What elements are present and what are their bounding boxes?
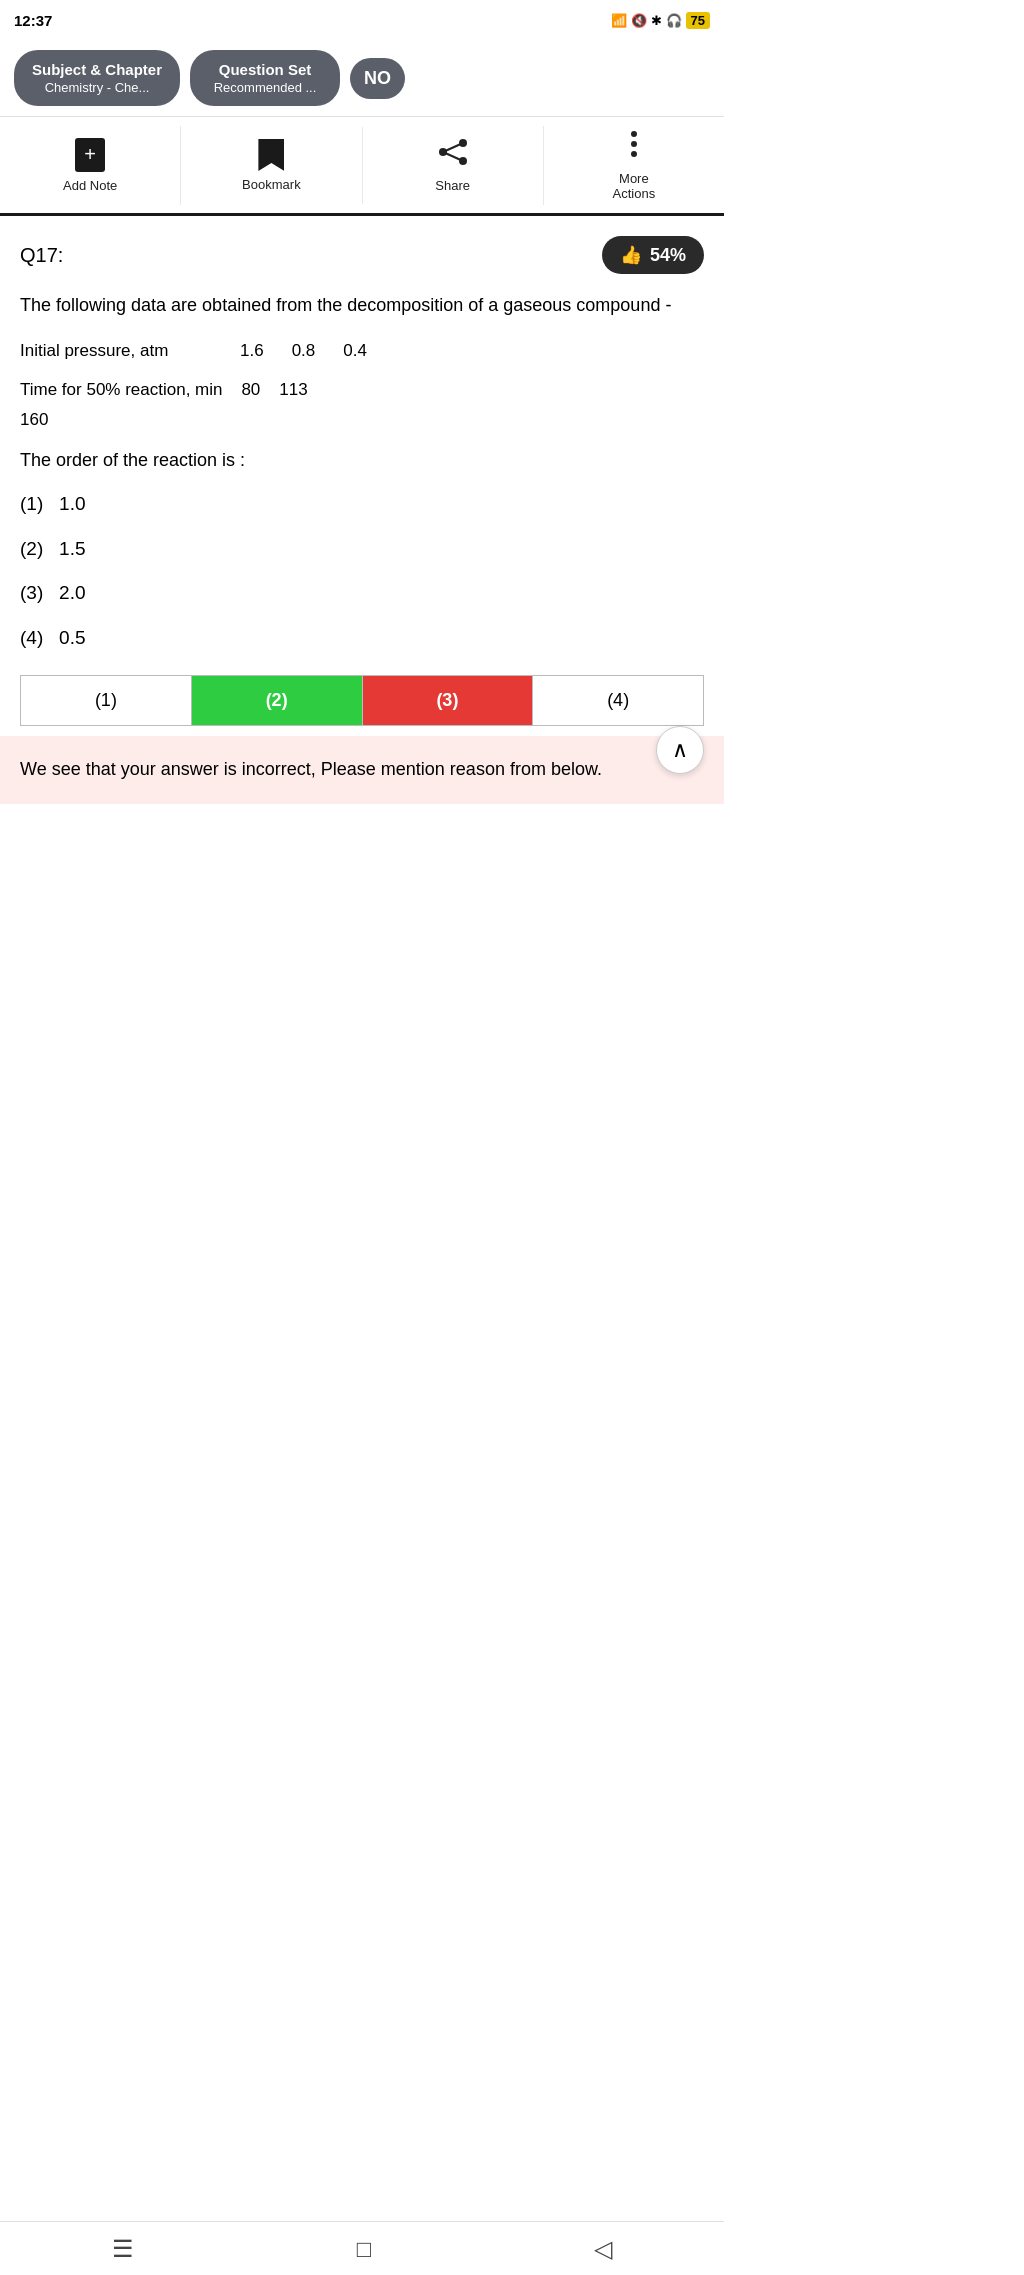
options-list: (1) 1.0 (2) 1.5 (3) 2.0 (4) 0.5 — [20, 491, 704, 651]
answer-btn-4[interactable]: (4) — [533, 676, 703, 725]
reaction-order-text: The order of the reaction is : — [20, 450, 704, 471]
nav-back-icon[interactable]: ◁ — [594, 2235, 612, 2263]
bookmark-label: Bookmark — [242, 177, 301, 192]
status-bar: 12:37 📶 🔇 ✱ 🎧 75 — [0, 0, 724, 40]
option-1: (1) 1.0 — [20, 491, 704, 518]
option-3-value: 2.0 — [59, 582, 85, 603]
scroll-up-button[interactable]: ∧ — [656, 726, 704, 774]
pressure-val-1: 1.6 — [240, 336, 264, 367]
add-note-icon — [75, 138, 105, 172]
answer-btn-3[interactable]: (3) — [363, 676, 534, 725]
question-header: Q17: 👍 54% — [20, 236, 704, 274]
question-number: Q17: — [20, 244, 63, 267]
question-set-label: Question Set — [219, 61, 312, 78]
pressure-values: 1.6 0.8 0.4 — [240, 336, 367, 367]
svg-line-4 — [443, 152, 463, 161]
status-time: 12:37 — [14, 12, 52, 29]
option-1-value: 1.0 — [59, 493, 85, 514]
empty-space — [0, 804, 724, 1504]
subject-chapter-btn[interactable]: Subject & Chapter Chemistry - Che... — [14, 50, 180, 106]
battery-level: 75 — [686, 12, 710, 29]
time-val-2: 113 — [279, 380, 307, 399]
share-label: Share — [435, 178, 470, 193]
top-pills-row: Subject & Chapter Chemistry - Che... Que… — [0, 40, 724, 116]
pressure-val-3: 0.4 — [343, 336, 367, 367]
nav-home-icon[interactable]: □ — [357, 2235, 372, 2263]
time-val-3: 160 — [20, 410, 48, 429]
subject-chapter-label: Subject & Chapter — [32, 61, 162, 78]
answer-btn-2[interactable]: (2) — [192, 676, 363, 725]
more-actions-toolbar-item[interactable]: MoreActions — [544, 117, 724, 213]
add-note-label: Add Note — [63, 178, 117, 193]
question-set-value: Recommended ... — [208, 80, 322, 97]
rating-badge: 👍 54% — [602, 236, 704, 274]
mute-icon: 🔇 — [631, 13, 647, 28]
subject-chapter-value: Chemistry - Che... — [32, 80, 162, 97]
option-4: (4) 0.5 — [20, 625, 704, 652]
option-2: (2) 1.5 — [20, 536, 704, 563]
option-3: (3) 2.0 — [20, 580, 704, 607]
question-text: The following data are obtained from the… — [20, 292, 704, 320]
option-4-value: 0.5 — [59, 627, 85, 648]
time-label: Time for 50% reaction, min 80 113 160 — [20, 375, 308, 436]
share-toolbar-item[interactable]: Share — [363, 126, 544, 205]
bookmark-icon — [258, 139, 284, 171]
data-row-time: Time for 50% reaction, min 80 113 160 — [20, 375, 704, 436]
headphone-icon: 🎧 — [666, 13, 682, 28]
option-1-number: (1) — [20, 493, 43, 514]
page-wrapper: 12:37 📶 🔇 ✱ 🎧 75 Subject & Chapter Chemi… — [0, 0, 724, 1558]
share-icon — [437, 138, 469, 172]
answer-selection-row: (1) (2) (3) (4) — [20, 675, 704, 726]
nav-menu-icon[interactable]: ☰ — [112, 2235, 134, 2263]
bookmark-toolbar-item[interactable]: Bookmark — [181, 127, 362, 204]
more-actions-icon — [629, 129, 639, 165]
pressure-label: Initial pressure, atm — [20, 336, 240, 367]
pressure-val-2: 0.8 — [292, 336, 316, 367]
question-set-btn[interactable]: Question Set Recommended ... — [190, 50, 340, 106]
svg-point-6 — [631, 141, 637, 147]
add-note-toolbar-item[interactable]: Add Note — [0, 126, 181, 205]
option-2-value: 1.5 — [59, 538, 85, 559]
no-btn[interactable]: NO — [350, 58, 405, 99]
status-right: 📶 🔇 ✱ 🎧 75 — [611, 12, 710, 29]
option-2-number: (2) — [20, 538, 43, 559]
answer-btn-1[interactable]: (1) — [21, 676, 192, 725]
thumbs-up-icon: 👍 — [620, 244, 642, 266]
more-actions-label: MoreActions — [613, 171, 656, 201]
time-val-1: 80 — [241, 380, 260, 399]
incorrect-notice: We see that your answer is incorrect, Pl… — [0, 736, 724, 804]
toolbar: Add Note Bookmark Share — [0, 116, 724, 216]
svg-point-7 — [631, 151, 637, 157]
incorrect-section: We see that your answer is incorrect, Pl… — [0, 736, 724, 804]
svg-point-5 — [631, 131, 637, 137]
data-table: Initial pressure, atm 1.6 0.8 0.4 Time f… — [20, 336, 704, 436]
signal-icon: 📶 — [611, 13, 627, 28]
svg-line-3 — [443, 143, 463, 152]
data-row-pressure: Initial pressure, atm 1.6 0.8 0.4 — [20, 336, 704, 367]
option-3-number: (3) — [20, 582, 43, 603]
incorrect-notice-text: We see that your answer is incorrect, Pl… — [20, 756, 704, 784]
option-4-number: (4) — [20, 627, 43, 648]
bluetooth-icon: ✱ — [651, 13, 662, 28]
question-area: Q17: 👍 54% The following data are obtain… — [0, 216, 724, 736]
nav-bar: ☰ □ ◁ — [0, 2221, 724, 2275]
rating-percent: 54% — [650, 245, 686, 266]
